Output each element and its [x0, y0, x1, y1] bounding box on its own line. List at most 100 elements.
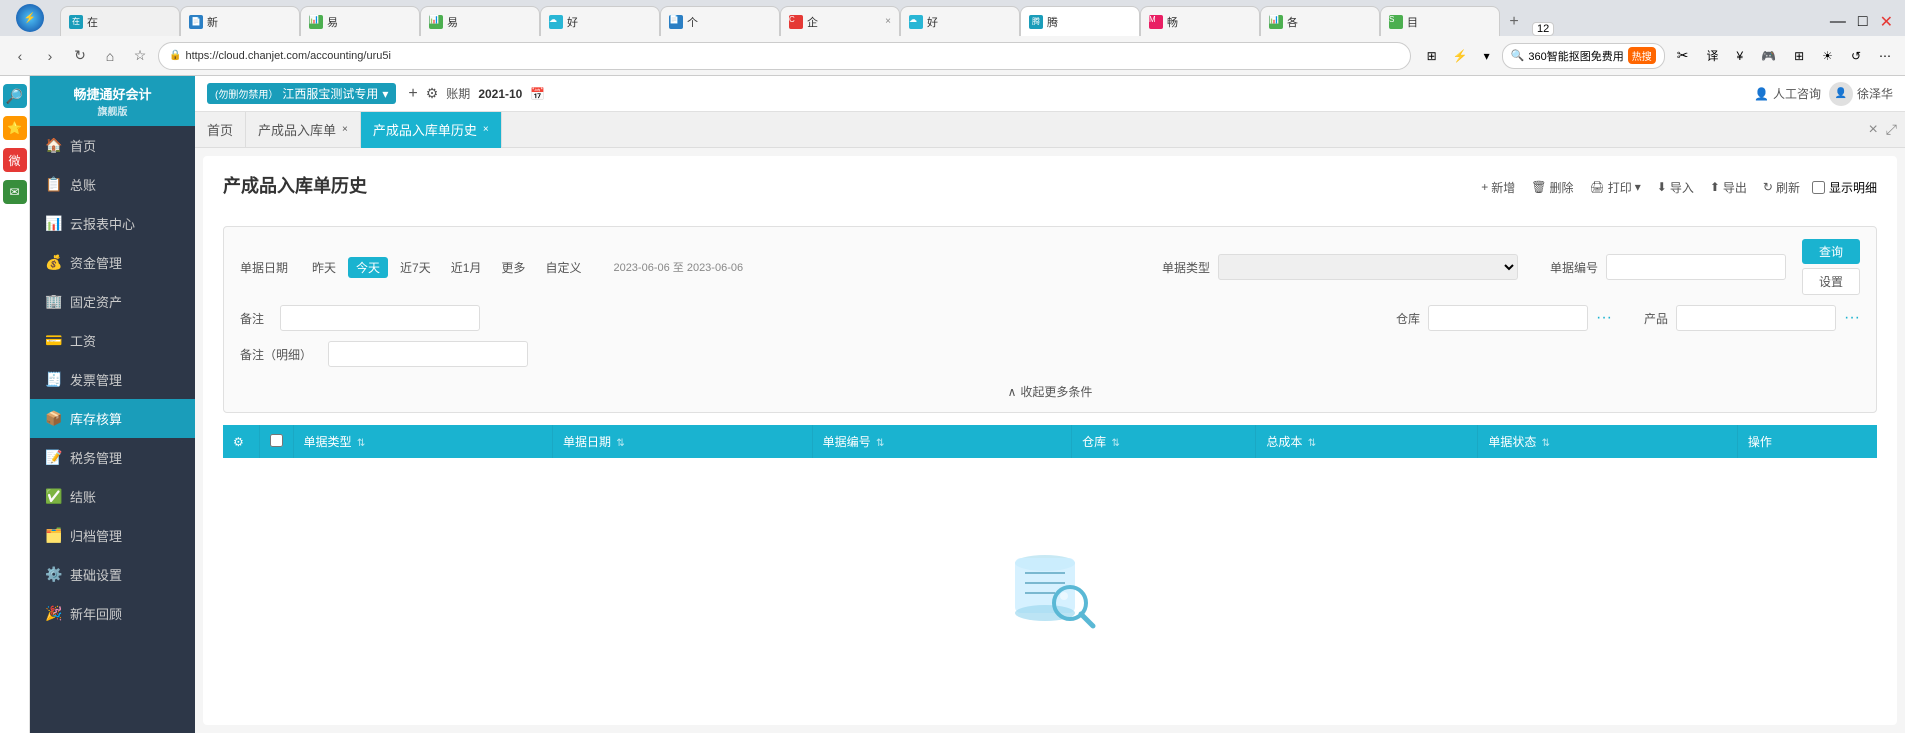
col-warehouse[interactable]: 仓库 ⇅: [1072, 425, 1256, 458]
tab-7-close[interactable]: ×: [885, 16, 891, 27]
sidebar-item-ledger[interactable]: 📋 总账: [30, 165, 195, 204]
delete-button[interactable]: 🗑 删除: [1527, 177, 1577, 198]
panel-expand-button[interactable]: ⤢: [1886, 121, 1897, 138]
display-checkbox[interactable]: [1812, 181, 1825, 194]
tab-10[interactable]: M 畅: [1140, 6, 1260, 36]
tab-2[interactable]: 📄 新: [180, 6, 300, 36]
add-company-button[interactable]: +: [408, 85, 417, 103]
product-dots[interactable]: ···: [1844, 309, 1860, 327]
new-tab-button[interactable]: +: [1500, 8, 1528, 36]
calendar-icon[interactable]: 📅: [530, 87, 545, 101]
sidebar-item-payroll[interactable]: 💳 工资: [30, 321, 195, 360]
date-btn-custom[interactable]: 自定义: [537, 257, 589, 278]
game-button[interactable]: 🎮: [1755, 47, 1782, 65]
currency-button[interactable]: ¥: [1730, 47, 1749, 65]
tab-4[interactable]: 📊 易: [420, 6, 540, 36]
sidebar-item-reports[interactable]: 📊 云报表中心: [30, 204, 195, 243]
sidebar-item-invoice[interactable]: 🧾 发票管理: [30, 360, 195, 399]
col-settings[interactable]: ⚙: [223, 425, 259, 458]
sidebar-item-newyear[interactable]: 🎉 新年回顾: [30, 594, 195, 633]
url-bar[interactable]: 🔒 https://cloud.chanjet.com/accounting/u…: [158, 42, 1411, 70]
search-bar[interactable]: 🔍 360智能抠图免费用 热搜: [1502, 43, 1665, 69]
tab-1[interactable]: 在 在: [60, 6, 180, 36]
date-btn-1month[interactable]: 近1月: [443, 257, 490, 278]
note-input[interactable]: [280, 305, 480, 331]
window-maximize-button[interactable]: □: [1854, 9, 1872, 35]
history-button[interactable]: ↺: [1845, 47, 1867, 65]
date-btn-today[interactable]: 今天: [348, 257, 388, 278]
sidebar-item-settings[interactable]: ⚙️ 基础设置: [30, 555, 195, 594]
refresh-button[interactable]: ↻ 刷新: [1759, 177, 1804, 198]
tab-3[interactable]: 📊 易: [300, 6, 420, 36]
tab-8[interactable]: ☁ 好: [900, 6, 1020, 36]
product-input[interactable]: [1676, 305, 1836, 331]
dropdown-button[interactable]: ▾: [1478, 47, 1496, 65]
note-detail-input[interactable]: [328, 341, 528, 367]
sidebar-item-assets[interactable]: 🏢 固定资产: [30, 282, 195, 321]
query-button[interactable]: 查询: [1802, 239, 1860, 264]
user-service-button[interactable]: 👤 人工咨询: [1754, 85, 1821, 102]
translate-button[interactable]: 译: [1700, 45, 1724, 66]
voucher-type-select[interactable]: [1218, 254, 1518, 280]
window-close-button[interactable]: ✕: [1876, 8, 1897, 36]
refresh-button[interactable]: ↻: [68, 44, 92, 68]
app-icon-star[interactable]: ⭐: [3, 116, 27, 140]
display-toggle[interactable]: 显示明细: [1812, 179, 1877, 196]
panel-close-button[interactable]: ×: [1868, 121, 1877, 139]
forward-button[interactable]: ›: [38, 44, 62, 68]
scissors-button[interactable]: ✂: [1671, 45, 1695, 66]
add-button[interactable]: + 新增: [1477, 177, 1519, 198]
back-button[interactable]: ‹: [8, 44, 32, 68]
col-checkbox[interactable]: [259, 425, 293, 458]
col-voucher-type[interactable]: 单据类型 ⇅: [293, 425, 553, 458]
extensions-button[interactable]: ⊞: [1421, 47, 1443, 65]
page-tab-voucher-history[interactable]: 产成品入库单历史 ×: [361, 112, 502, 148]
page-tab-voucher-history-close[interactable]: ×: [483, 124, 489, 135]
app-icon-weibo[interactable]: 微: [3, 148, 27, 172]
sidebar-item-home[interactable]: 🏠 首页: [30, 126, 195, 165]
col-voucher-date[interactable]: 单据日期 ⇅: [553, 425, 813, 458]
date-btn-7days[interactable]: 近7天: [392, 257, 439, 278]
warehouse-dots[interactable]: ···: [1596, 309, 1612, 327]
app-icon-mail[interactable]: ✉: [3, 180, 27, 204]
export-button[interactable]: ⬆ 导出: [1706, 177, 1751, 198]
page-tab-voucher-list-close[interactable]: ×: [342, 124, 348, 135]
tab-11[interactable]: 📊 各: [1260, 6, 1380, 36]
bookmark-button[interactable]: ☆: [128, 44, 152, 68]
window-minimize-button[interactable]: —: [1826, 9, 1850, 35]
col-voucher-status[interactable]: 单据状态 ⇅: [1478, 425, 1738, 458]
tab-9[interactable]: 腾 腾: [1020, 6, 1140, 36]
sidebar-item-tax[interactable]: 📝 税务管理: [30, 438, 195, 477]
browser-logo[interactable]: ⚡: [16, 4, 44, 32]
home-button[interactable]: ⌂: [98, 44, 122, 68]
page-tab-home[interactable]: 首页: [195, 112, 246, 148]
app-icon-main[interactable]: 🔎: [3, 84, 27, 108]
company-selector[interactable]: (勿删勿禁用） 江西服宝测试专用 ▾: [207, 83, 396, 104]
sidebar-item-archive[interactable]: 🗂️ 归档管理: [30, 516, 195, 555]
user-profile[interactable]: 👤 徐泽华: [1829, 82, 1893, 106]
grid-button[interactable]: ⊞: [1788, 47, 1810, 65]
date-btn-more[interactable]: 更多: [493, 257, 533, 278]
select-all-checkbox[interactable]: [270, 434, 283, 447]
warehouse-input[interactable]: [1428, 305, 1588, 331]
print-button[interactable]: 🖨 打印 ▾: [1585, 177, 1644, 198]
filter-settings-button[interactable]: 设置: [1802, 268, 1860, 295]
theme-button[interactable]: ☀: [1816, 47, 1839, 65]
tab-5[interactable]: ☁ 好: [540, 6, 660, 36]
page-tab-voucher-list[interactable]: 产成品入库单 ×: [246, 112, 361, 148]
tab-7[interactable]: C 企 ×: [780, 6, 900, 36]
power-button[interactable]: ⚡: [1447, 47, 1474, 65]
company-settings-button[interactable]: ⚙: [426, 85, 439, 102]
date-btn-yesterday[interactable]: 昨天: [304, 257, 344, 278]
import-button[interactable]: ⬇ 导入: [1653, 177, 1698, 198]
voucher-no-input[interactable]: [1606, 254, 1786, 280]
sidebar-item-inventory[interactable]: 📦 库存核算: [30, 399, 195, 438]
sidebar-item-funds[interactable]: 💰 资金管理: [30, 243, 195, 282]
tab-6[interactable]: 📄 个: [660, 6, 780, 36]
settings-menu-button[interactable]: ⋯: [1873, 47, 1897, 65]
collapse-button[interactable]: ∧ 收起更多条件: [240, 377, 1860, 400]
col-total-cost[interactable]: 总成本 ⇅: [1256, 425, 1478, 458]
col-voucher-no[interactable]: 单据编号 ⇅: [812, 425, 1072, 458]
tab-12[interactable]: S 目: [1380, 6, 1500, 36]
sidebar-item-checkout[interactable]: ✅ 结账: [30, 477, 195, 516]
